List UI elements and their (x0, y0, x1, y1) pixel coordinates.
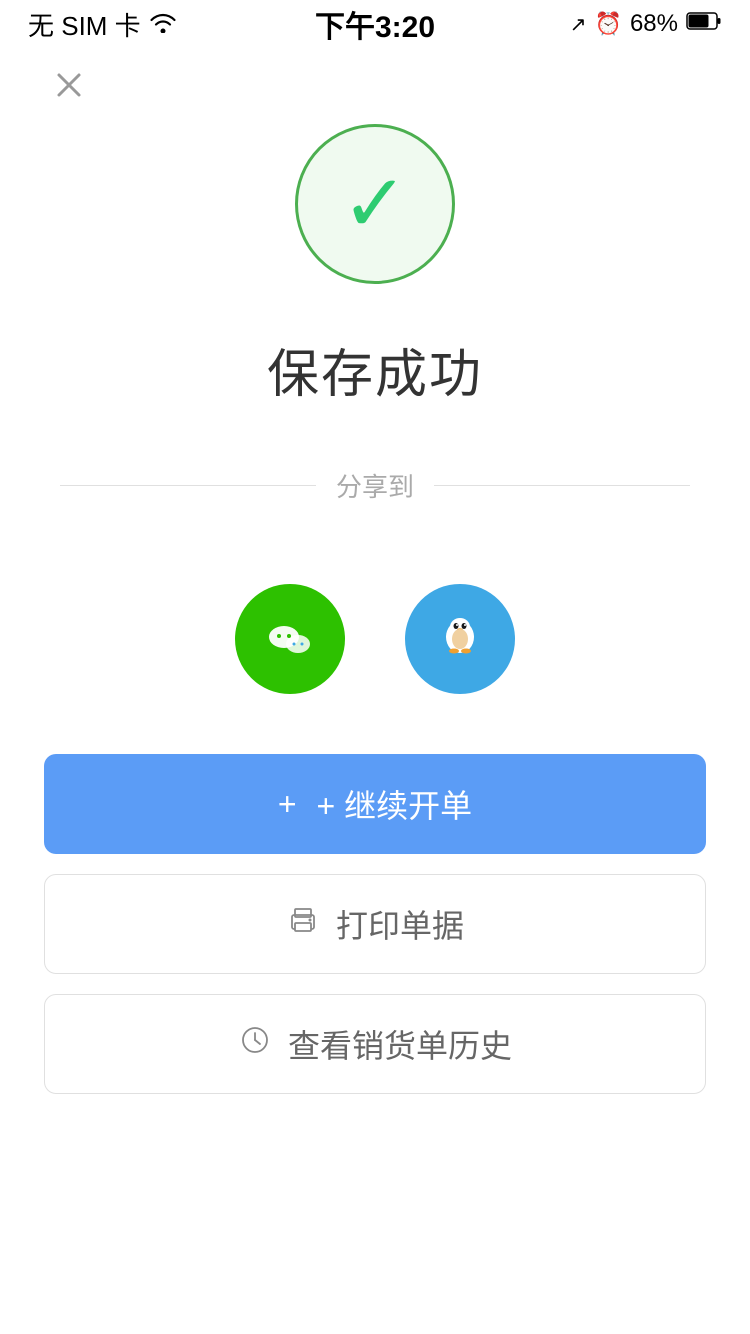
status-time: 下午3:20 (315, 2, 435, 46)
qq-share-button[interactable] (405, 584, 515, 694)
history-button[interactable]: 查看销货单历史 (44, 994, 706, 1094)
share-section: 分享到 (0, 467, 750, 544)
success-circle: ✓ (295, 124, 455, 284)
no-sim-label: 无 SIM 卡 (28, 6, 141, 43)
divider-line-right (434, 485, 690, 486)
close-button[interactable] (44, 60, 94, 110)
checkmark-icon: ✓ (341, 164, 408, 244)
battery-label: 68% (630, 10, 678, 38)
actions: + + 继续开单 打印单据 (0, 754, 750, 1094)
divider-line-left (60, 485, 316, 486)
main-content: ✓ 保存成功 分享到 (0, 44, 750, 1094)
continue-label: + 继续开单 (317, 781, 473, 827)
status-bar: 无 SIM 卡 下午3:20 ↗ ⏰ 68% (0, 0, 750, 44)
wifi-icon (149, 9, 177, 40)
status-right: ↗ ⏰ 68% (570, 10, 722, 38)
divider-row: 分享到 (60, 467, 690, 504)
share-icons (235, 584, 515, 694)
wechat-share-button[interactable] (235, 584, 345, 694)
clock-icon (238, 1023, 272, 1065)
print-button[interactable]: 打印单据 (44, 874, 706, 974)
print-label: 打印单据 (336, 901, 464, 947)
battery-icon (686, 10, 722, 38)
success-title: 保存成功 (267, 332, 483, 407)
plus-icon: + (278, 786, 297, 823)
status-left: 无 SIM 卡 (28, 6, 177, 43)
continue-button[interactable]: + + 继续开单 (44, 754, 706, 854)
alarm-icon: ⏰ (595, 11, 622, 37)
history-label: 查看销货单历史 (288, 1021, 512, 1067)
share-label: 分享到 (336, 467, 414, 504)
location-icon: ↗ (570, 12, 587, 37)
printer-icon (286, 903, 320, 945)
